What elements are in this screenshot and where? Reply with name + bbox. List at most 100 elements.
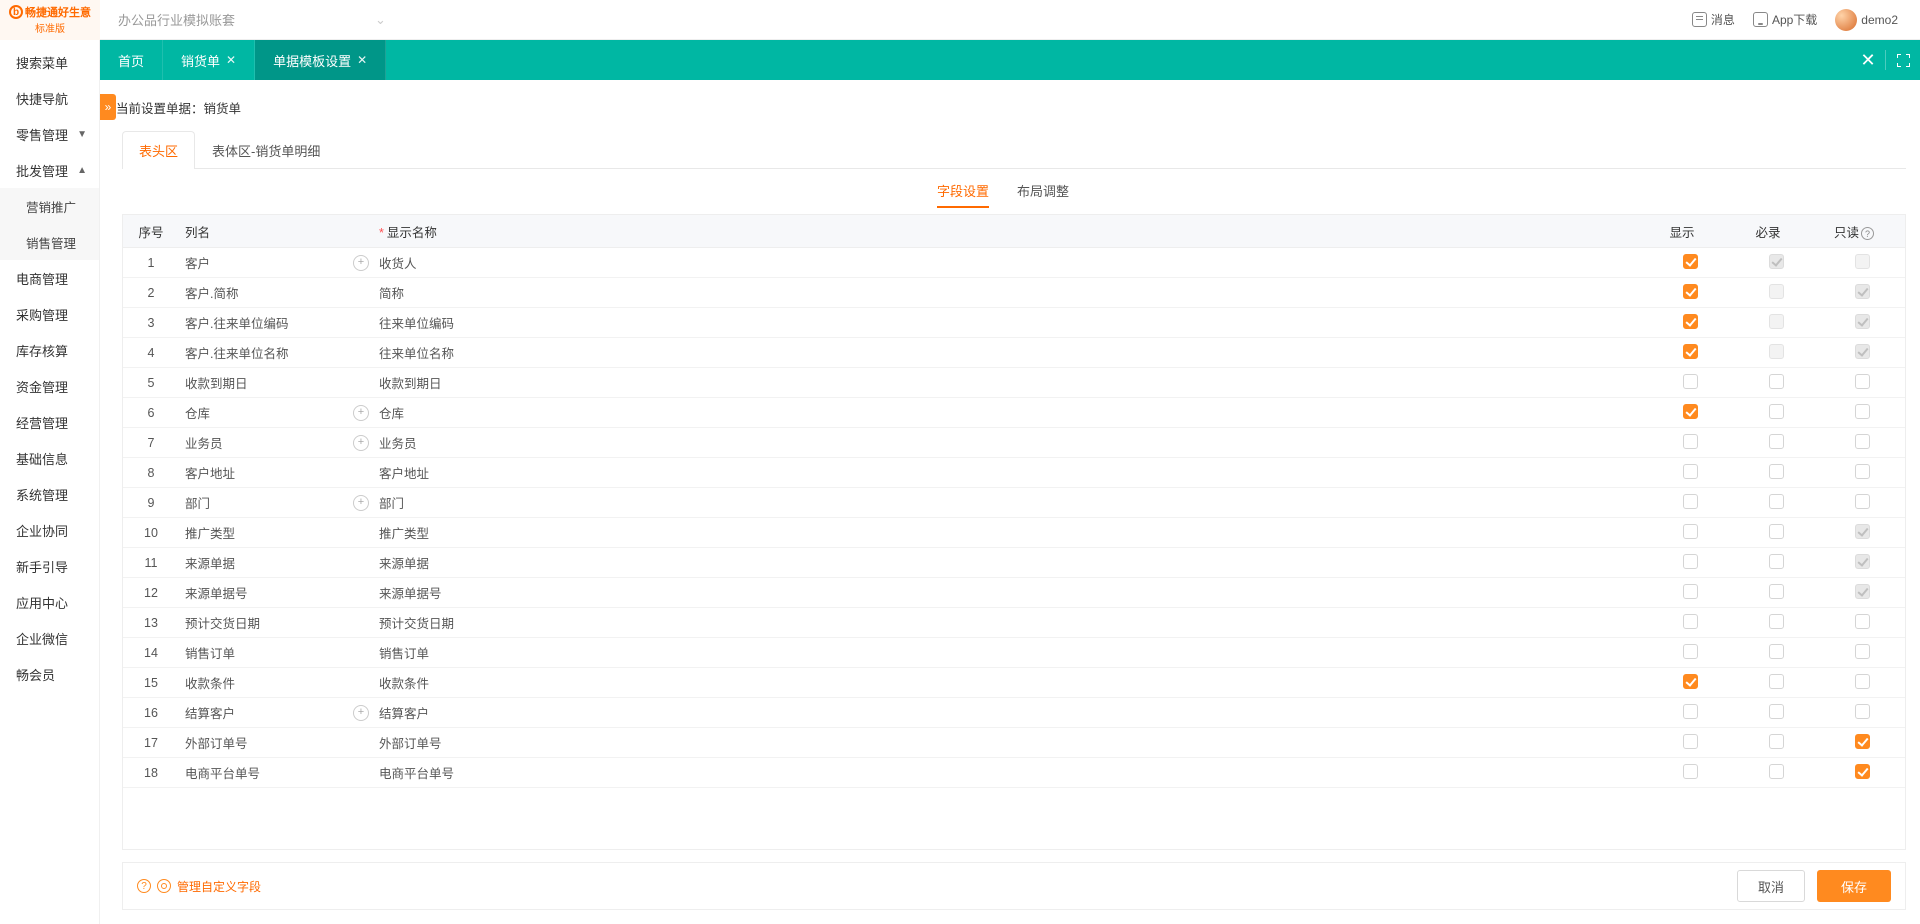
- cell-display-name[interactable]: 销售订单: [373, 643, 1647, 662]
- close-icon[interactable]: ✕: [357, 53, 367, 67]
- sidebar-item[interactable]: 库存核算: [0, 332, 99, 368]
- sidebar-item[interactable]: 经营管理: [0, 404, 99, 440]
- sidebar-item[interactable]: 电商管理: [0, 260, 99, 296]
- checkbox[interactable]: [1855, 494, 1870, 509]
- sidebar-item[interactable]: 新手引导: [0, 548, 99, 584]
- sidebar-item[interactable]: 应用中心: [0, 584, 99, 620]
- cell-display-name[interactable]: 结算客户: [373, 703, 1647, 722]
- sidebar-item[interactable]: 企业微信: [0, 620, 99, 656]
- add-icon[interactable]: +: [353, 435, 369, 451]
- cell-display-name[interactable]: 往来单位编码: [373, 313, 1647, 332]
- user-menu[interactable]: demo2: [1835, 9, 1898, 31]
- cell-display-name[interactable]: 往来单位名称: [373, 343, 1647, 362]
- checkbox[interactable]: [1683, 494, 1698, 509]
- sidebar-item[interactable]: 系统管理: [0, 476, 99, 512]
- sidebar-subitem[interactable]: 营销推广: [0, 188, 99, 224]
- cancel-button[interactable]: 取消: [1737, 870, 1805, 902]
- cell-display-name[interactable]: 来源单据: [373, 553, 1647, 572]
- checkbox[interactable]: [1683, 284, 1698, 299]
- checkbox[interactable]: [1769, 764, 1784, 779]
- checkbox[interactable]: [1769, 704, 1784, 719]
- checkbox[interactable]: [1683, 764, 1698, 779]
- cell-display-name[interactable]: 外部订单号: [373, 733, 1647, 752]
- checkbox[interactable]: [1683, 314, 1698, 329]
- sidebar-item[interactable]: 搜索菜单: [0, 44, 99, 80]
- checkbox[interactable]: [1683, 434, 1698, 449]
- add-icon[interactable]: +: [353, 495, 369, 511]
- add-icon[interactable]: +: [353, 405, 369, 421]
- app-download-button[interactable]: App下载: [1753, 11, 1817, 28]
- sidebar-item[interactable]: 畅会员: [0, 656, 99, 692]
- checkbox[interactable]: [1855, 464, 1870, 479]
- close-icon[interactable]: ✕: [226, 53, 236, 67]
- sidebar-item[interactable]: 零售管理▼: [0, 116, 99, 152]
- cell-display-name[interactable]: 业务员: [373, 433, 1647, 452]
- sub-switch-item[interactable]: 布局调整: [1017, 181, 1069, 208]
- checkbox[interactable]: [1683, 734, 1698, 749]
- cell-display-name[interactable]: 简称: [373, 283, 1647, 302]
- checkbox[interactable]: [1683, 554, 1698, 569]
- cell-display-name[interactable]: 部门: [373, 493, 1647, 512]
- help-icon[interactable]: ?: [1861, 227, 1874, 240]
- tab[interactable]: 单据模板设置✕: [255, 40, 386, 80]
- collapse-handle[interactable]: »: [100, 94, 116, 120]
- checkbox[interactable]: [1769, 374, 1784, 389]
- checkbox[interactable]: [1769, 644, 1784, 659]
- checkbox[interactable]: [1683, 374, 1698, 389]
- cell-display-name[interactable]: 来源单据号: [373, 583, 1647, 602]
- checkbox[interactable]: [1769, 464, 1784, 479]
- checkbox[interactable]: [1683, 524, 1698, 539]
- account-selector[interactable]: 办公品行业模拟账套 ⌄: [118, 10, 386, 29]
- cell-display-name[interactable]: 客户地址: [373, 463, 1647, 482]
- checkbox[interactable]: [1769, 614, 1784, 629]
- checkbox[interactable]: [1769, 524, 1784, 539]
- checkbox[interactable]: [1769, 584, 1784, 599]
- sidebar-item[interactable]: 采购管理: [0, 296, 99, 332]
- tab[interactable]: 销货单✕: [163, 40, 255, 80]
- checkbox[interactable]: [1769, 674, 1784, 689]
- checkbox[interactable]: [1769, 554, 1784, 569]
- cell-display-name[interactable]: 预计交货日期: [373, 613, 1647, 632]
- cell-display-name[interactable]: 收款到期日: [373, 373, 1647, 392]
- checkbox[interactable]: [1769, 734, 1784, 749]
- sidebar-item[interactable]: 资金管理: [0, 368, 99, 404]
- checkbox[interactable]: [1683, 404, 1698, 419]
- sidebar-item[interactable]: 快捷导航: [0, 80, 99, 116]
- add-icon[interactable]: +: [353, 255, 369, 271]
- checkbox[interactable]: [1769, 494, 1784, 509]
- sub-switch-item[interactable]: 字段设置: [937, 181, 989, 208]
- cell-display-name[interactable]: 收款条件: [373, 673, 1647, 692]
- messages-button[interactable]: 消息: [1692, 11, 1735, 28]
- sidebar-subitem[interactable]: 销售管理: [0, 224, 99, 260]
- cell-display-name[interactable]: 仓库: [373, 403, 1647, 422]
- checkbox[interactable]: [1855, 614, 1870, 629]
- checkbox[interactable]: [1769, 434, 1784, 449]
- close-all-button[interactable]: ✕: [1851, 40, 1885, 80]
- cell-display-name[interactable]: 电商平台单号: [373, 763, 1647, 782]
- checkbox[interactable]: [1855, 674, 1870, 689]
- sidebar-item[interactable]: 企业协同: [0, 512, 99, 548]
- checkbox[interactable]: [1683, 344, 1698, 359]
- checkbox[interactable]: [1683, 254, 1698, 269]
- add-icon[interactable]: +: [353, 705, 369, 721]
- save-button[interactable]: 保存: [1817, 870, 1891, 902]
- manage-custom-fields-link[interactable]: ? 管理自定义字段: [137, 878, 261, 895]
- inner-tab[interactable]: 表头区: [122, 131, 195, 169]
- cell-display-name[interactable]: 收货人: [373, 253, 1647, 272]
- checkbox[interactable]: [1855, 434, 1870, 449]
- checkbox[interactable]: [1855, 404, 1870, 419]
- checkbox[interactable]: [1683, 674, 1698, 689]
- checkbox[interactable]: [1855, 644, 1870, 659]
- cell-display-name[interactable]: 推广类型: [373, 523, 1647, 542]
- checkbox[interactable]: [1683, 704, 1698, 719]
- checkbox[interactable]: [1855, 374, 1870, 389]
- fullscreen-button[interactable]: [1886, 40, 1920, 80]
- sidebar-item[interactable]: 批发管理▲: [0, 152, 99, 188]
- inner-tab[interactable]: 表体区-销货单明细: [195, 131, 337, 169]
- checkbox[interactable]: [1683, 614, 1698, 629]
- checkbox[interactable]: [1855, 734, 1870, 749]
- checkbox[interactable]: [1683, 584, 1698, 599]
- sidebar-item[interactable]: 基础信息: [0, 440, 99, 476]
- checkbox[interactable]: [1855, 764, 1870, 779]
- tab[interactable]: 首页: [100, 40, 163, 80]
